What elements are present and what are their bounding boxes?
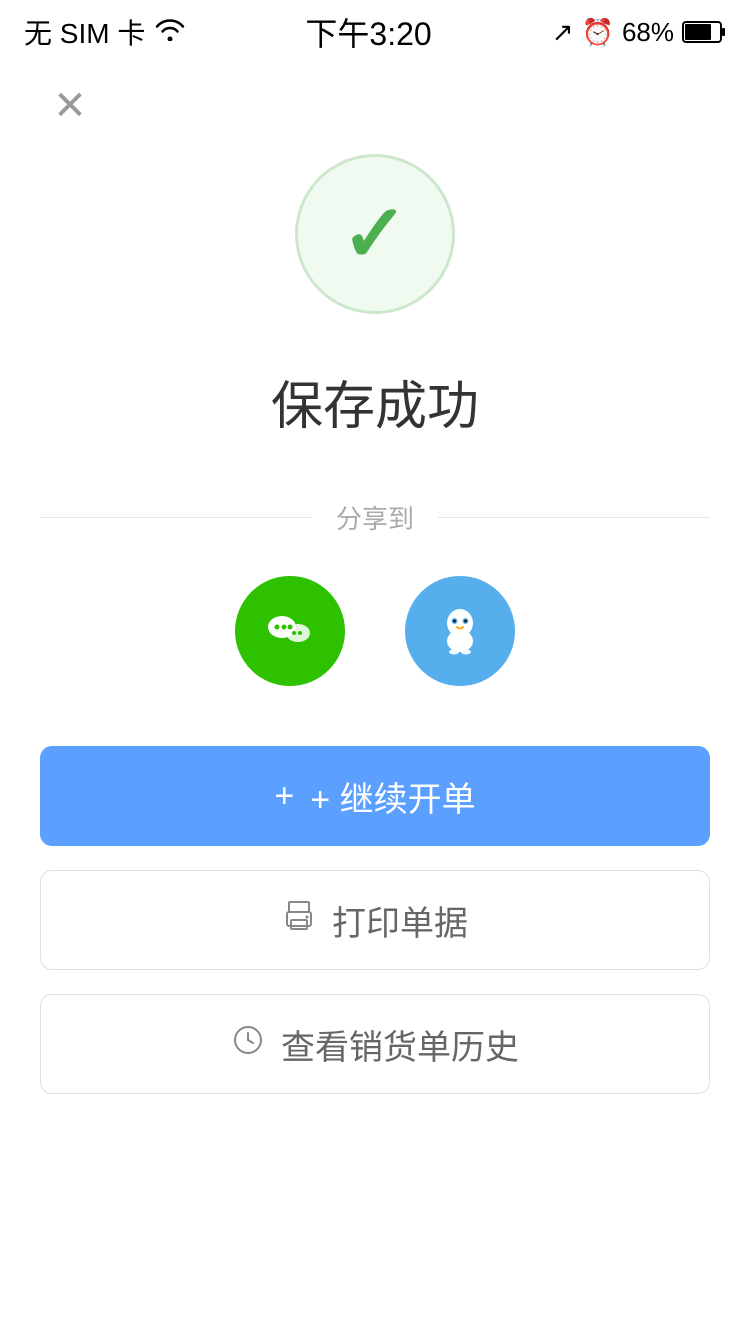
wechat-icon [260,601,320,661]
share-divider-row: 分享到 [0,499,750,536]
print-button[interactable]: 打印单据 [40,870,710,970]
location-icon: ↗ [552,17,574,48]
continue-label: + 继续开单 [310,772,475,821]
continue-button[interactable]: + + 继续开单 [40,746,710,846]
status-carrier: 无 SIM 卡 [24,12,185,52]
share-section: 分享到 [0,499,750,686]
close-button[interactable]: ✕ [40,76,100,136]
history-label: 查看销货单历史 [281,1020,519,1069]
close-icon: ✕ [53,83,87,129]
qq-share-button[interactable] [405,576,515,686]
wechat-share-button[interactable] [235,576,345,686]
alarm-icon: ⏰ [582,17,614,48]
divider-left [40,517,312,518]
status-time: 下午3:20 [305,9,431,55]
status-right: ↗ ⏰ 68% [552,17,726,48]
share-icons-row [235,576,515,686]
print-icon [282,899,316,942]
status-bar: 无 SIM 卡 下午3:20 ↗ ⏰ 68% [0,0,750,64]
success-title: 保存成功 [271,364,479,439]
main-content: ✓ 保存成功 分享到 [0,64,750,1094]
battery-text: 68% [622,17,674,48]
plus-icon: + [274,777,294,816]
checkmark-icon: ✓ [341,194,408,274]
wifi-icon [155,17,185,48]
print-label: 打印单据 [332,896,468,945]
battery-icon [682,21,726,43]
actions-section: + + 继续开单 打印单据 查看销货单历 [0,746,750,1094]
divider-right [438,517,710,518]
success-circle: ✓ [295,154,455,314]
share-label: 分享到 [312,499,438,536]
qq-icon [430,601,490,661]
carrier-text: 无 SIM 卡 [24,12,145,52]
history-icon [231,1023,265,1066]
history-button[interactable]: 查看销货单历史 [40,994,710,1094]
